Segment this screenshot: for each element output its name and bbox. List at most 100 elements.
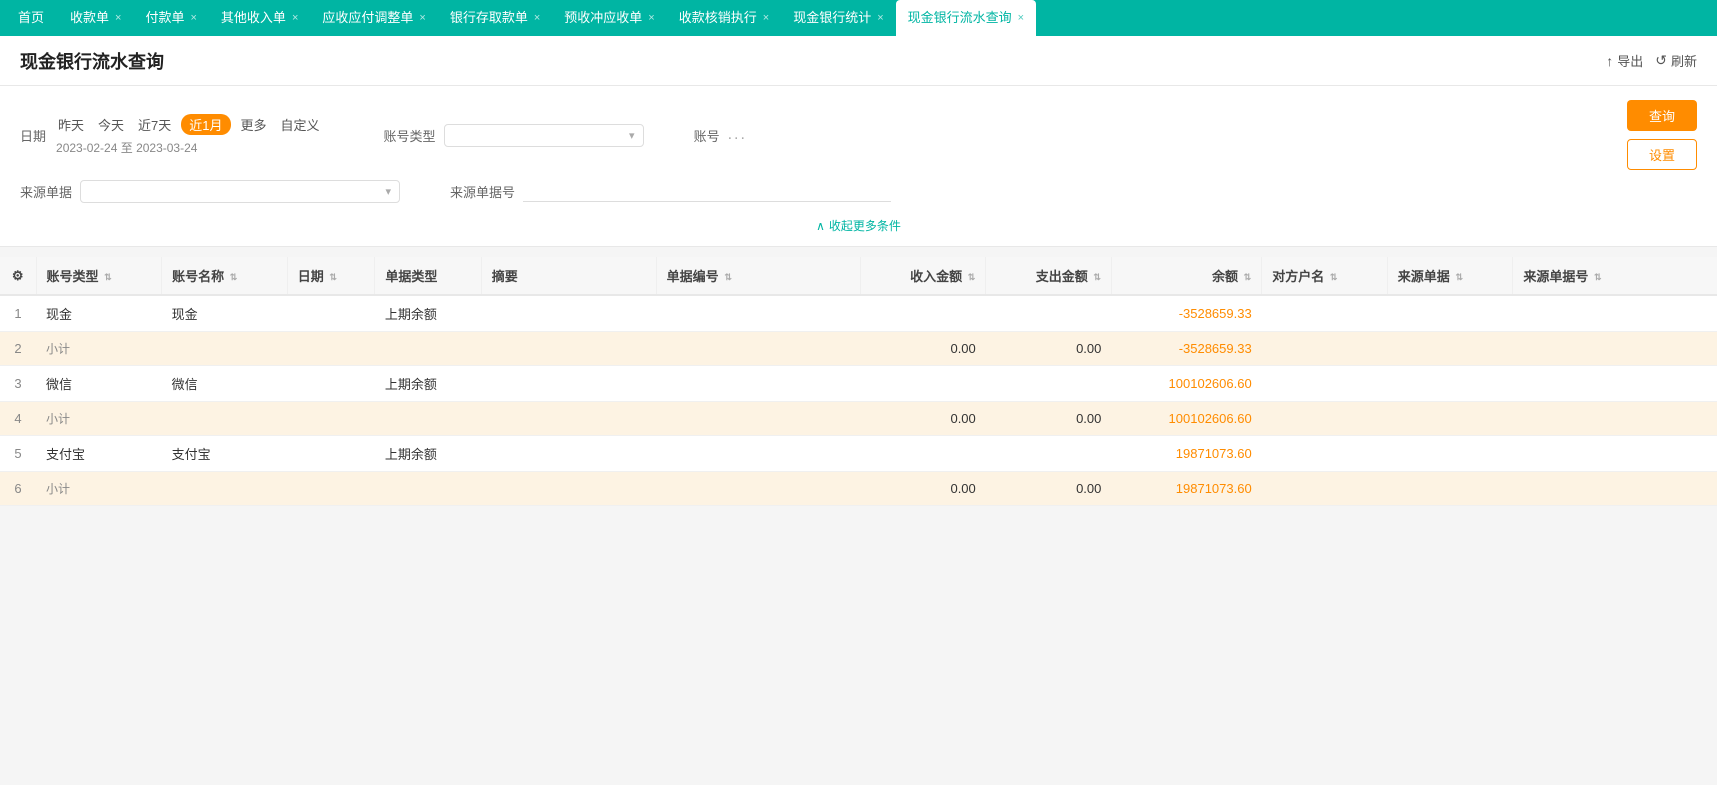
nav-ar-adjust-close[interactable]: × [419,0,425,36]
nav-ar-adjust-label: 应收应付调整单 [322,0,413,36]
nav-cash-bank-stat-close[interactable]: × [877,0,883,36]
nav-item-bank-deposit[interactable]: 银行存取款单 × [438,0,552,36]
date-filter: 日期 昨天 今天 近7天 近1月 更多 自定义 2023-02-24 至 202… [20,114,324,156]
nav-cash-bank-flow-close[interactable]: × [1018,0,1024,36]
date-btn-today[interactable]: 今天 [94,114,128,135]
th-account-name[interactable]: 账号名称 ⇅ [162,257,288,295]
settings-button[interactable]: 设置 [1627,139,1697,170]
th-balance[interactable]: 余额 ⇅ [1111,257,1261,295]
nav-item-advance-offset[interactable]: 预收冲应收单 × [552,0,666,36]
th-counterpart[interactable]: 对方户名 ⇅ [1262,257,1388,295]
date-btn-more[interactable]: 更多 [237,114,271,135]
th-gear[interactable]: ⚙ [0,257,36,295]
account-dots[interactable]: ... [728,126,747,144]
date-btn-yesterday[interactable]: 昨天 [54,114,88,135]
td-summary [481,332,656,366]
th-source-doc-label: 来源单据 [1398,269,1450,284]
table-row[interactable]: 6 小计 0.00 0.00 19871073.60 [0,472,1717,506]
source-doc-chevron-icon: ▾ [385,185,391,198]
td-summary [481,402,656,436]
td-account-type: 小计 [36,472,162,506]
table-row[interactable]: 3 微信 微信 上期余额 100102606.60 [0,366,1717,402]
td-balance: 19871073.60 [1111,472,1261,506]
query-button[interactable]: 查询 [1627,100,1697,131]
nav-advance-offset-close[interactable]: × [648,0,654,36]
nav-item-other-income[interactable]: 其他收入单 × [209,0,310,36]
td-doc-no [656,295,860,332]
nav-payment-close[interactable]: × [190,0,196,36]
nav-item-receipt[interactable]: 收款单 × [58,0,133,36]
td-idx: 2 [0,332,36,366]
th-income[interactable]: 收入金额 ⇅ [860,257,986,295]
th-summary[interactable]: 摘要 [481,257,656,295]
td-counterpart [1262,472,1388,506]
source-doc-filter: 来源单据 ▾ [20,180,400,203]
nav-item-collect-exec[interactable]: 收款核销执行 × [667,0,781,36]
td-expense: 0.00 [986,332,1112,366]
source-doc-label: 来源单据 [20,182,72,201]
sort-icon-account-type: ⇅ [104,273,112,282]
nav-receipt-label: 收款单 [70,0,109,36]
td-balance: 100102606.60 [1111,402,1261,436]
td-balance: -3528659.33 [1111,332,1261,366]
nav-payment-label: 付款单 [145,0,184,36]
td-source-doc-no [1513,436,1717,472]
nav-item-cash-bank-stat[interactable]: 现金银行统计 × [781,0,895,36]
nav-advance-offset-label: 预收冲应收单 [564,0,642,36]
td-expense: 0.00 [986,472,1112,506]
account-type-label: 账号类型 [384,126,436,145]
sort-icon-source-doc-no: ⇅ [1594,273,1602,282]
nav-bank-deposit-label: 银行存取款单 [450,0,528,36]
td-summary [481,295,656,332]
refresh-button[interactable]: ↺ 刷新 [1655,51,1697,70]
account-type-select[interactable]: ▾ [444,124,644,147]
table-row[interactable]: 2 小计 0.00 0.00 -3528659.33 [0,332,1717,366]
td-account-type: 支付宝 [36,436,162,472]
td-doc-no [656,366,860,402]
table-row[interactable]: 1 现金 现金 上期余额 -3528659.33 [0,295,1717,332]
nav-other-income-close[interactable]: × [292,0,298,36]
sort-icon-doc-no: ⇅ [724,273,732,282]
date-btn-custom[interactable]: 自定义 [277,114,324,135]
account-type-filter: 账号类型 ▾ [384,124,644,147]
th-account-type[interactable]: 账号类型 ⇅ [36,257,162,295]
export-label: 导出 [1617,51,1643,70]
td-source-doc [1387,366,1513,402]
td-source-doc [1387,295,1513,332]
td-income [860,436,986,472]
td-source-doc-no [1513,366,1717,402]
td-account-name: 现金 [162,295,288,332]
sort-icon-account-name: ⇅ [230,273,238,282]
date-btn-1month[interactable]: 近1月 [181,114,230,135]
table-header-row: ⚙ 账号类型 ⇅ 账号名称 ⇅ 日期 ⇅ 单据类型 摘要 [0,257,1717,295]
sort-icon-source-doc: ⇅ [1455,273,1463,282]
th-expense[interactable]: 支出金额 ⇅ [986,257,1112,295]
th-doc-no[interactable]: 单据编号 ⇅ [656,257,860,295]
table-row[interactable]: 4 小计 0.00 0.00 100102606.60 [0,402,1717,436]
th-date[interactable]: 日期 ⇅ [287,257,375,295]
td-account-type: 小计 [36,332,162,366]
table-row[interactable]: 5 支付宝 支付宝 上期余额 19871073.60 [0,436,1717,472]
nav-item-cash-bank-flow[interactable]: 现金银行流水查询 × [896,0,1036,36]
source-doc-no-input[interactable] [527,184,887,199]
collapse-bar[interactable]: ∧ 收起更多条件 [20,213,1697,236]
th-source-doc[interactable]: 来源单据 ⇅ [1387,257,1513,295]
nav-item-payment[interactable]: 付款单 × [133,0,208,36]
td-doc-type: 上期余额 [375,366,481,402]
date-btn-7days[interactable]: 近7天 [134,114,175,135]
th-source-doc-no[interactable]: 来源单据号 ⇅ [1513,257,1717,295]
nav-collect-exec-close[interactable]: × [763,0,769,36]
td-balance: 19871073.60 [1111,436,1261,472]
nav-item-home[interactable]: 首页 [4,0,58,36]
export-button[interactable]: ↑ 导出 [1606,51,1643,70]
nav-receipt-close[interactable]: × [115,0,121,36]
nav-bank-deposit-close[interactable]: × [534,0,540,36]
source-doc-select[interactable]: ▾ [80,180,400,203]
th-doc-type[interactable]: 单据类型 [375,257,481,295]
date-range-display: 2023-02-24 至 2023-03-24 [56,139,324,156]
refresh-icon: ↺ [1655,52,1667,69]
td-date [287,472,375,506]
nav-item-ar-adjust[interactable]: 应收应付调整单 × [310,0,437,36]
sort-icon-expense: ⇅ [1093,273,1101,282]
td-expense: 0.00 [986,402,1112,436]
